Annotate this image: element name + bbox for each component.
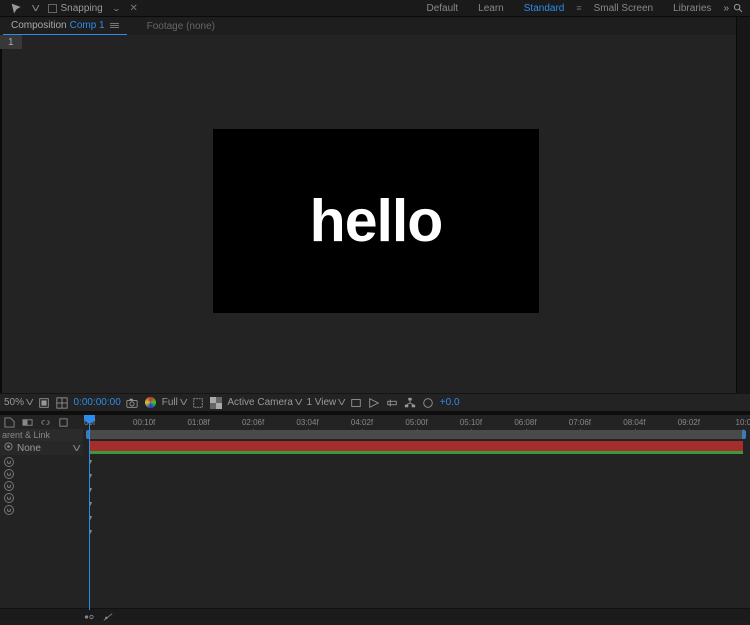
ruler-tick: 02:06f [242, 418, 264, 427]
workspace-menu-chevron-icon[interactable]: ≡ [576, 3, 581, 13]
reset-exposure-icon[interactable] [422, 396, 435, 409]
snapping-close-icon[interactable]: ✕ [129, 3, 137, 14]
composition-panel-tabs: Composition Comp 1 Footage (none) [0, 17, 750, 35]
grid-guides-icon[interactable] [56, 396, 69, 409]
layer-outline: None ᐯ [0, 441, 83, 608]
ruler-tick: 09:02f [678, 418, 700, 427]
layer-track[interactable] [83, 441, 750, 455]
zoom-dropdown[interactable]: 50% ᐯ [4, 397, 33, 408]
property-pickwhip-icon[interactable] [4, 457, 14, 467]
snapping-label: Snapping [60, 3, 102, 14]
chevron-down-icon: ᐯ [180, 398, 188, 407]
exposure-value[interactable]: +0.0 [440, 397, 460, 408]
property-pickwhip-icon[interactable] [4, 493, 14, 503]
workspace-standard[interactable]: Standard [516, 2, 573, 15]
zoom-slider-icon[interactable] [101, 610, 114, 623]
view-count-value: 1 View [306, 397, 336, 408]
tab-composition[interactable]: Composition Comp 1 [3, 17, 127, 35]
composition-tab-label: Composition [11, 20, 67, 31]
workspace-small-screen[interactable]: Small Screen [586, 2, 661, 15]
composition-canvas: hello [213, 129, 539, 313]
workspace-default[interactable]: Default [418, 2, 466, 15]
region-of-interest-icon[interactable] [191, 396, 204, 409]
active-camera-dropdown[interactable]: Active Camera ᐯ [227, 397, 301, 408]
work-area-bar[interactable] [89, 430, 743, 439]
pixel-aspect-icon[interactable] [350, 396, 363, 409]
ruler-tick: 07:06f [569, 418, 591, 427]
property-pickwhip-icon[interactable] [4, 469, 14, 479]
property-pickwhip-icon[interactable] [4, 481, 14, 491]
resolution-value: Full [162, 397, 178, 408]
resolution-down-icon[interactable] [38, 396, 51, 409]
time-ruler[interactable]: 00f00:10f01:08f02:06f03:04f04:02f05:00f0… [83, 418, 750, 430]
workspace-bar: ᐯ Snapping ⌄ ✕ Default Learn Standard ≡ … [0, 0, 750, 17]
composition-nav-tabs: 1 [0, 35, 750, 49]
render-column-icon[interactable] [58, 417, 69, 428]
current-time[interactable]: 0:00:00:00 [74, 397, 121, 408]
parent-link-column-header: arent & Link [0, 429, 83, 441]
snapping-chevron[interactable]: ⌄ [111, 4, 120, 13]
playhead[interactable] [89, 415, 90, 610]
workspace-learn[interactable]: Learn [470, 2, 512, 15]
transparency-grid-icon[interactable] [209, 396, 222, 409]
fast-previews-icon[interactable] [368, 396, 381, 409]
pickwhip-icon[interactable] [4, 442, 13, 454]
chevron-down-icon: ᐯ [72, 444, 80, 453]
ruler-tick: 01:08f [187, 418, 209, 427]
shy-column-icon[interactable] [22, 417, 33, 428]
workspace-switcher: Default Learn Standard ≡ Small Screen Li… [418, 2, 750, 15]
ruler-tick: 05:00f [405, 418, 427, 427]
text-layer-content: hello [310, 187, 443, 255]
tool-chevron[interactable]: ᐯ [32, 4, 40, 13]
snapshot-icon[interactable] [126, 396, 139, 409]
ruler-tick: 00:10f [133, 418, 155, 427]
timeline-sync-icon[interactable] [386, 396, 399, 409]
snapping-checkbox-icon [48, 4, 57, 13]
chevron-down-icon: ᐯ [26, 398, 34, 407]
workspace-overflow-icon[interactable]: » [723, 3, 729, 14]
label-column-icon[interactable] [4, 417, 15, 428]
comp-flowchart-icon[interactable] [404, 396, 417, 409]
timeline-panel: arent & Link 00f00:10f01:08f02:06f03:04f… [0, 415, 750, 620]
snapping-toggle[interactable]: Snapping [48, 3, 102, 14]
ruler-tick: 05:10f [460, 418, 482, 427]
ruler-tick: 03:04f [296, 418, 318, 427]
ruler-tick: 08:04f [623, 418, 645, 427]
tab-footage[interactable]: Footage (none) [139, 18, 223, 35]
view-count-dropdown[interactable]: 1 View ᐯ [306, 397, 344, 408]
parent-none-dropdown[interactable]: None ᐯ [0, 441, 83, 455]
parent-none-label: None [17, 443, 41, 454]
camera-value: Active Camera [227, 397, 293, 408]
layer-bar-in-out[interactable] [89, 451, 743, 454]
timeline-tracks[interactable] [83, 441, 750, 608]
resolution-dropdown[interactable]: Full ᐯ [162, 397, 187, 408]
timeline-footer [0, 608, 750, 620]
ruler-tick: 10:0 [736, 418, 750, 427]
footage-tab-label: Footage (none) [147, 21, 215, 32]
viewer-footer-bar: 50% ᐯ 0:00:00:00 Full ᐯ Active Camera ᐯ … [0, 393, 750, 411]
tool-icon[interactable] [10, 2, 23, 15]
chevron-down-icon: ᐯ [295, 398, 303, 407]
composition-tab-name: Comp 1 [70, 20, 105, 31]
comp-nav-tab-1[interactable]: 1 [0, 35, 22, 49]
channel-icon[interactable] [144, 396, 157, 409]
ruler-tick: 04:02f [351, 418, 373, 427]
chevron-down-icon: ᐯ [338, 398, 346, 407]
parent-link-label: arent & Link [2, 430, 50, 440]
timeline-ruler-area[interactable]: 00f00:10f01:08f02:06f03:04f04:02f05:00f0… [83, 415, 750, 441]
layer-bar[interactable] [89, 441, 743, 451]
layer-column-icons [0, 415, 83, 429]
zoom-value: 50% [4, 397, 24, 408]
composition-viewer[interactable]: hello [0, 49, 750, 393]
ruler-tick: 06:08f [514, 418, 536, 427]
right-panel-strip [736, 17, 750, 393]
search-help-icon[interactable] [733, 3, 744, 14]
panel-menu-icon[interactable] [110, 23, 119, 28]
workspace-libraries[interactable]: Libraries [665, 2, 719, 15]
toggle-switches-icon[interactable] [82, 610, 95, 623]
link-column-icon[interactable] [40, 417, 51, 428]
property-pickwhip-icon[interactable] [4, 505, 14, 515]
